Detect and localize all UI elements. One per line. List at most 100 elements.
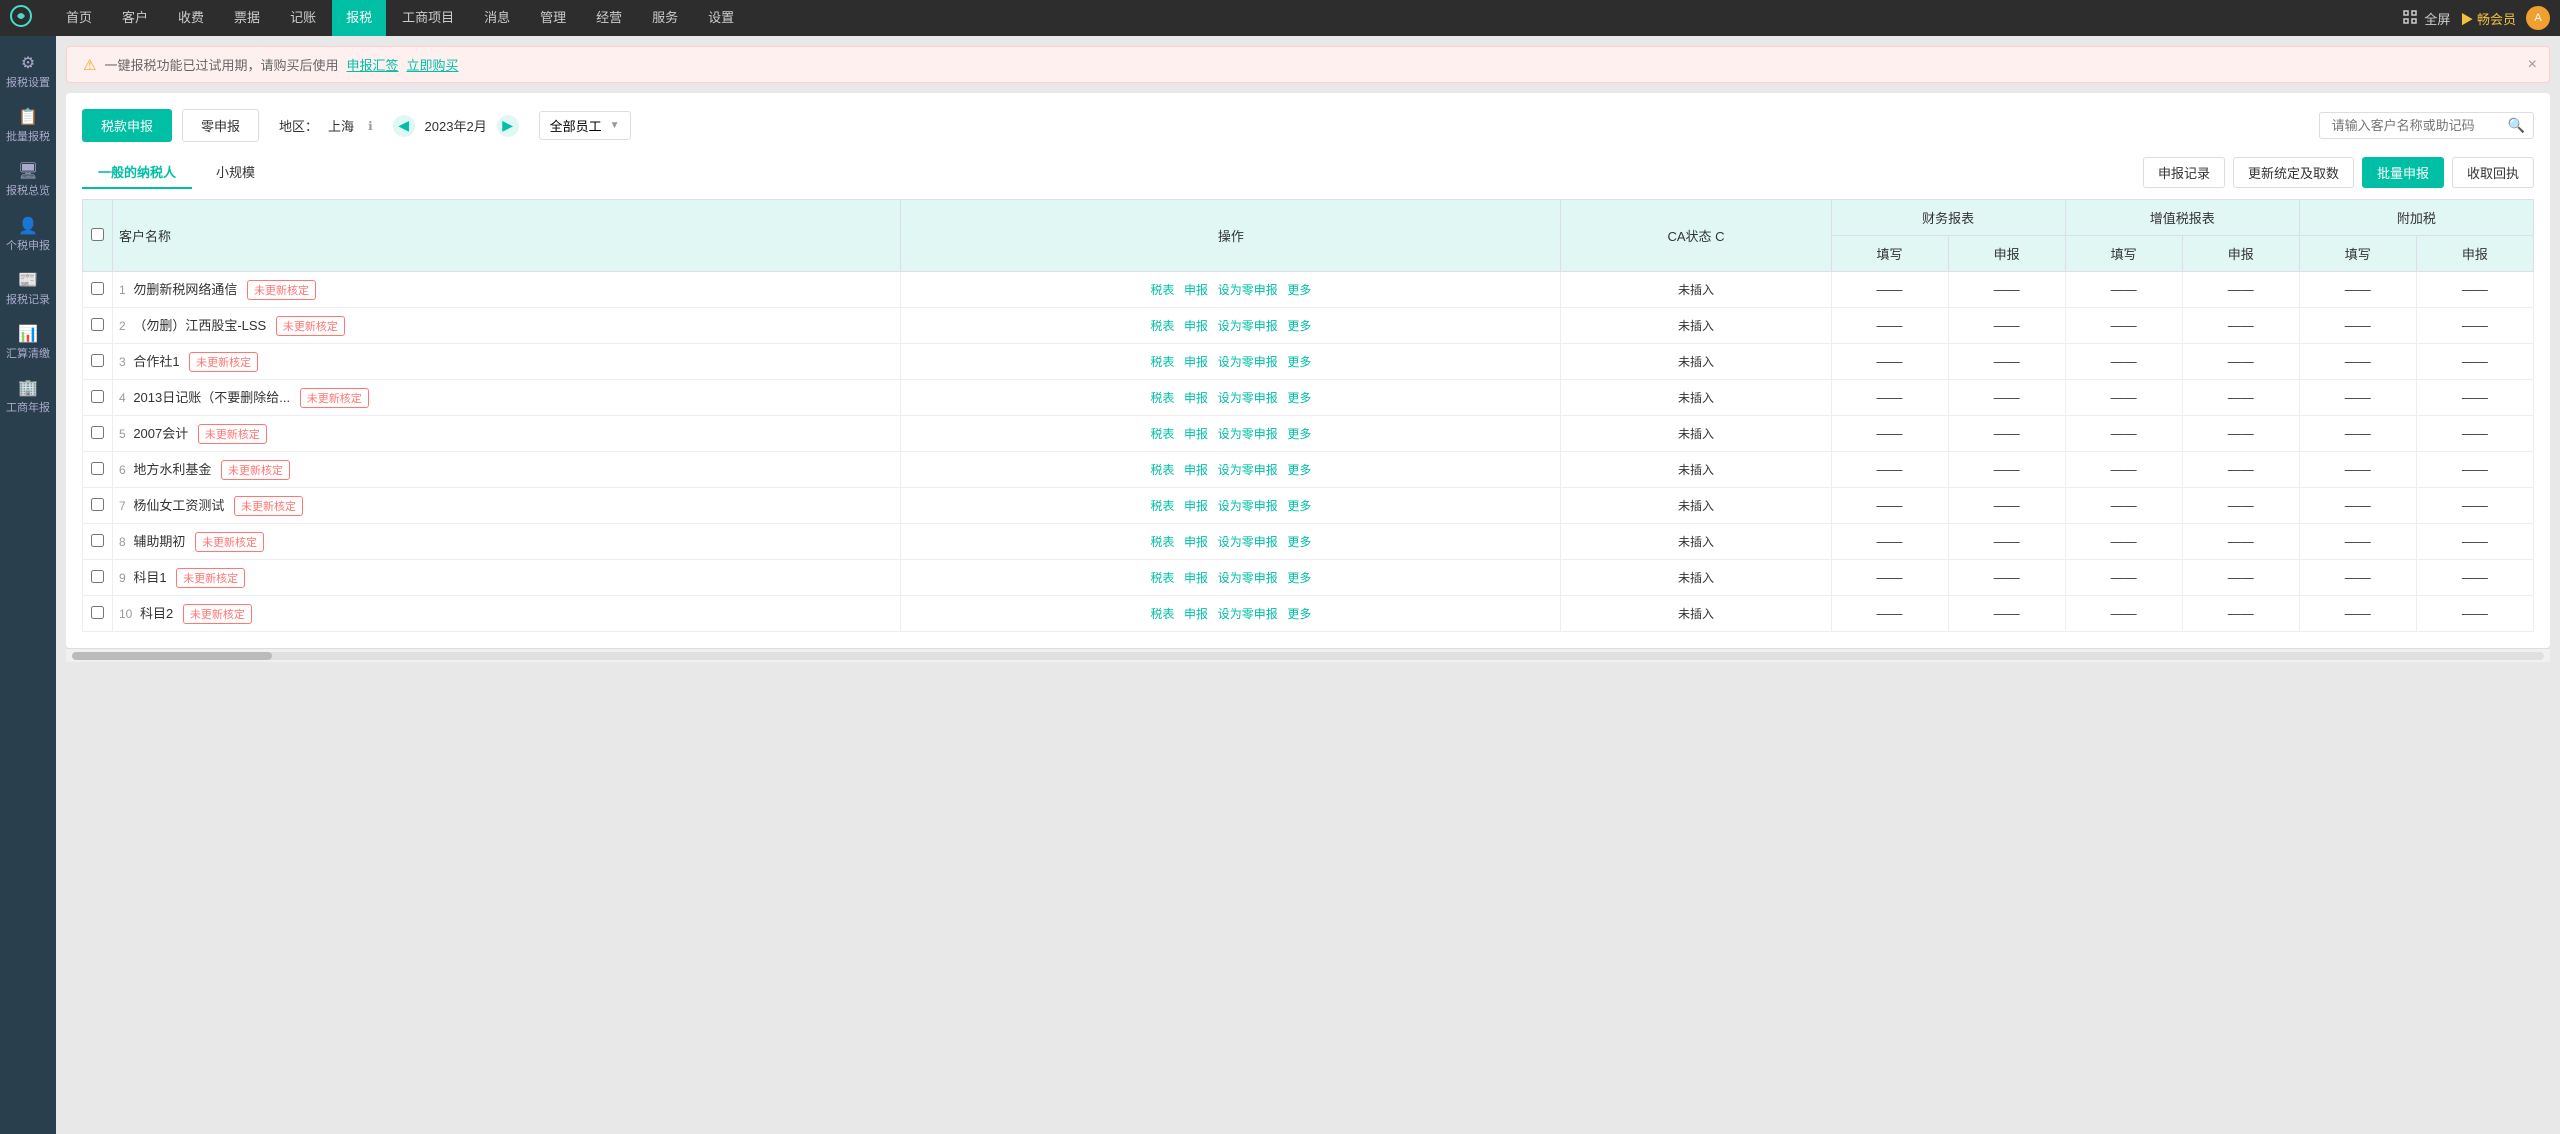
op-更多-3[interactable]: 更多 — [1287, 391, 1311, 405]
sidebar-item-personal-tax[interactable]: 👤 个税申报 — [0, 207, 56, 261]
op-申报-6[interactable]: 申报 — [1184, 499, 1208, 513]
nav-message[interactable]: 消息 — [470, 0, 524, 36]
op-更多-5[interactable]: 更多 — [1287, 463, 1311, 477]
notice-link-declaration[interactable]: 申报汇签 — [346, 55, 398, 74]
op-设为零申报-4[interactable]: 设为零申报 — [1218, 427, 1278, 441]
row-checkbox-0[interactable] — [83, 272, 113, 308]
date-next-button[interactable]: ▶ — [497, 115, 519, 137]
op-设为零申报-2[interactable]: 设为零申报 — [1218, 355, 1278, 369]
op-税表-4[interactable]: 税表 — [1150, 427, 1174, 441]
client-name-6[interactable]: 杨仙女工资测试 — [133, 498, 224, 513]
op-设为零申报-6[interactable]: 设为零申报 — [1218, 499, 1278, 513]
row-checkbox-8[interactable] — [83, 560, 113, 596]
nav-invoice[interactable]: 票据 — [220, 0, 274, 36]
nav-home[interactable]: 首页 — [52, 0, 106, 36]
nav-fee[interactable]: 收费 — [164, 0, 218, 36]
tab-general-taxpayer[interactable]: 一般的纳税人 — [82, 156, 192, 189]
nav-bizproject[interactable]: 工商项目 — [388, 0, 468, 36]
notice-link-buy[interactable]: 立即购买 — [406, 55, 458, 74]
row-checkbox-4[interactable] — [83, 416, 113, 452]
op-更多-0[interactable]: 更多 — [1287, 283, 1311, 297]
client-name-5[interactable]: 地方水利基金 — [133, 462, 211, 477]
client-name-4[interactable]: 2007会计 — [133, 426, 188, 441]
op-设为零申报-8[interactable]: 设为零申报 — [1218, 571, 1278, 585]
btn-collect-receipt[interactable]: 收取回执 — [2452, 157, 2534, 188]
tab-zero-declaration[interactable]: 零申报 — [182, 109, 259, 142]
op-税表-2[interactable]: 税表 — [1150, 355, 1174, 369]
row-checkbox-5[interactable] — [83, 452, 113, 488]
op-税表-8[interactable]: 税表 — [1150, 571, 1174, 585]
sidebar-item-annual-report[interactable]: 🏢 工商年报 — [0, 369, 56, 423]
op-税表-1[interactable]: 税表 — [1150, 319, 1174, 333]
op-税表-3[interactable]: 税表 — [1150, 391, 1174, 405]
avatar[interactable]: A — [2526, 6, 2550, 30]
op-更多-7[interactable]: 更多 — [1287, 535, 1311, 549]
op-设为零申报-0[interactable]: 设为零申报 — [1218, 283, 1278, 297]
op-设为零申报-3[interactable]: 设为零申报 — [1218, 391, 1278, 405]
date-prev-button[interactable]: ◀ — [393, 115, 415, 137]
nav-tax[interactable]: 报税 — [332, 0, 386, 36]
client-name-3[interactable]: 2013日记账（不要删除给... — [133, 390, 290, 405]
nav-client[interactable]: 客户 — [108, 0, 162, 36]
sidebar-item-annual-settlement[interactable]: 📊 汇算清缴 — [0, 315, 56, 369]
op-申报-9[interactable]: 申报 — [1184, 607, 1208, 621]
op-申报-0[interactable]: 申报 — [1184, 283, 1208, 297]
notice-close-button[interactable]: × — [2528, 56, 2537, 74]
op-申报-1[interactable]: 申报 — [1184, 319, 1208, 333]
op-申报-3[interactable]: 申报 — [1184, 391, 1208, 405]
client-name-0[interactable]: 勿删新税网络通信 — [133, 282, 237, 297]
op-申报-8[interactable]: 申报 — [1184, 571, 1208, 585]
client-name-1[interactable]: （勿删）江西股宝-LSS — [133, 318, 266, 333]
staff-selector[interactable]: 全部员工 ▼ — [539, 111, 631, 140]
op-更多-4[interactable]: 更多 — [1287, 427, 1311, 441]
sidebar-item-tax-overview[interactable]: 🖥 报税总览 — [0, 152, 56, 206]
op-税表-9[interactable]: 税表 — [1150, 607, 1174, 621]
client-name-9[interactable]: 科目2 — [140, 606, 173, 621]
op-申报-2[interactable]: 申报 — [1184, 355, 1208, 369]
sidebar-item-tax-records[interactable]: 📰 报税记录 — [0, 261, 56, 315]
op-申报-5[interactable]: 申报 — [1184, 463, 1208, 477]
sidebar-item-tax-settings[interactable]: ⚙ 报税设置 — [0, 44, 56, 98]
info-icon[interactable]: ℹ — [368, 119, 373, 133]
op-更多-8[interactable]: 更多 — [1287, 571, 1311, 585]
op-税表-7[interactable]: 税表 — [1150, 535, 1174, 549]
member-button[interactable]: ▶ 畅会员 — [2460, 9, 2516, 28]
row-checkbox-6[interactable] — [83, 488, 113, 524]
client-name-8[interactable]: 科目1 — [133, 570, 166, 585]
btn-declaration-records[interactable]: 申报记录 — [2143, 157, 2225, 188]
op-更多-1[interactable]: 更多 — [1287, 319, 1311, 333]
search-icon[interactable]: 🔍 — [2508, 117, 2525, 134]
op-设为零申报-7[interactable]: 设为零申报 — [1218, 535, 1278, 549]
op-更多-9[interactable]: 更多 — [1287, 607, 1311, 621]
select-all-checkbox[interactable] — [91, 228, 104, 241]
nav-account[interactable]: 记账 — [276, 0, 330, 36]
row-checkbox-2[interactable] — [83, 344, 113, 380]
nav-operation[interactable]: 经营 — [582, 0, 636, 36]
sidebar-item-batch-tax[interactable]: 📋 批量报税 — [0, 98, 56, 152]
op-税表-5[interactable]: 税表 — [1150, 463, 1174, 477]
op-设为零申报-5[interactable]: 设为零申报 — [1218, 463, 1278, 477]
scroll-thumb[interactable] — [72, 652, 272, 660]
op-税表-0[interactable]: 税表 — [1150, 283, 1174, 297]
op-申报-7[interactable]: 申报 — [1184, 535, 1208, 549]
tab-small-scale[interactable]: 小规模 — [200, 156, 271, 189]
client-name-2[interactable]: 合作社1 — [133, 354, 179, 369]
row-checkbox-3[interactable] — [83, 380, 113, 416]
op-更多-2[interactable]: 更多 — [1287, 355, 1311, 369]
nav-settings[interactable]: 设置 — [694, 0, 748, 36]
op-税表-6[interactable]: 税表 — [1150, 499, 1174, 513]
op-设为零申报-9[interactable]: 设为零申报 — [1218, 607, 1278, 621]
search-input[interactable] — [2328, 113, 2508, 138]
row-checkbox-9[interactable] — [83, 596, 113, 632]
horizontal-scrollbar[interactable] — [66, 648, 2550, 662]
btn-batch-declare[interactable]: 批量申报 — [2362, 157, 2444, 188]
row-checkbox-1[interactable] — [83, 308, 113, 344]
row-checkbox-7[interactable] — [83, 524, 113, 560]
op-更多-6[interactable]: 更多 — [1287, 499, 1311, 513]
op-申报-4[interactable]: 申报 — [1184, 427, 1208, 441]
nav-service[interactable]: 服务 — [638, 0, 692, 36]
nav-manage[interactable]: 管理 — [526, 0, 580, 36]
client-name-7[interactable]: 辅助期初 — [133, 534, 185, 549]
tab-tax-declaration[interactable]: 税款申报 — [82, 109, 172, 142]
op-设为零申报-1[interactable]: 设为零申报 — [1218, 319, 1278, 333]
